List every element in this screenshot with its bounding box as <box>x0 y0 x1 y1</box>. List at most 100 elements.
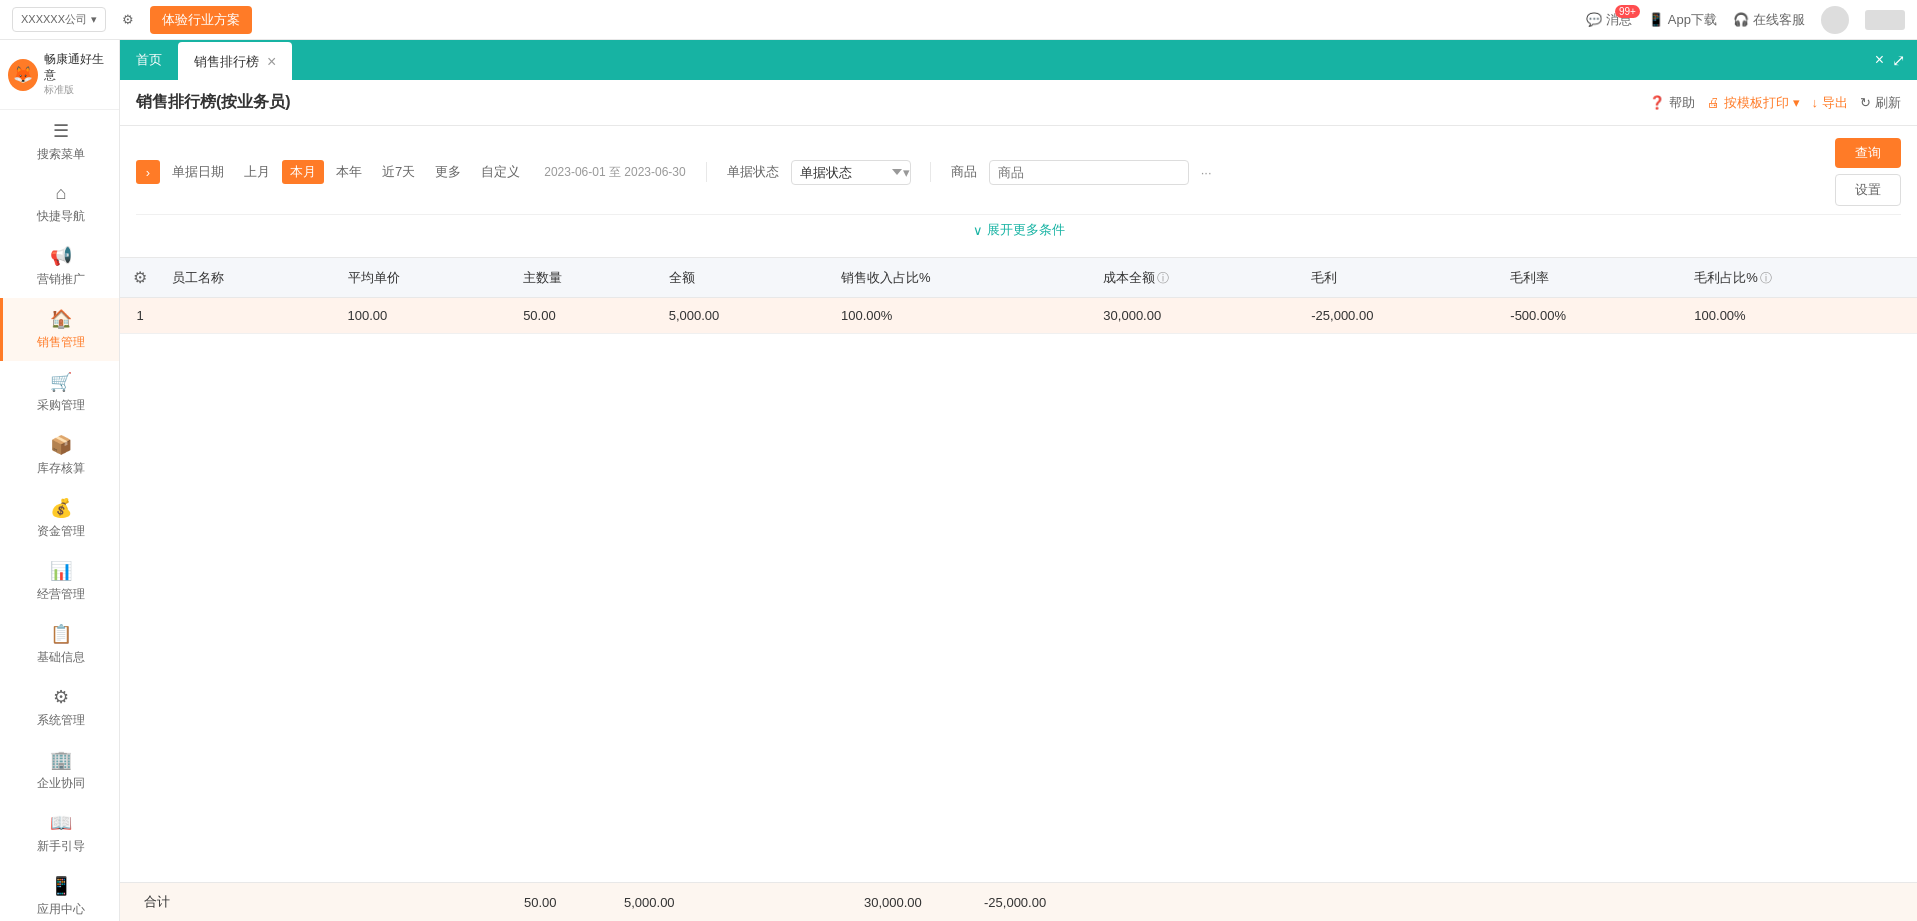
experience-button[interactable]: 体验行业方案 <box>150 6 252 34</box>
col-settings[interactable]: ⚙ <box>120 258 160 298</box>
system-icon: ⚙ <box>53 686 69 708</box>
col-cost: 成本全额ⓘ <box>1091 258 1299 298</box>
sales-icon: 🏠 <box>50 308 72 330</box>
tab-bar: 首页 销售排行榜 × × ⤢ <box>120 40 1917 80</box>
filter-row-main: › 单据日期 上月 本月 本年 近7天 更多 自定义 2023-06-01 至 … <box>136 138 1901 206</box>
data-table: ⚙ 员工名称 平均单价 主数量 全额 销售收入占比% 成本全额ⓘ 毛利 毛利率 <box>120 258 1917 334</box>
print-icon: 🖨 <box>1707 95 1720 110</box>
settings-icon[interactable]: ⚙ <box>114 6 142 34</box>
sidebar-item-purchase[interactable]: 🛒 采购管理 <box>0 361 119 424</box>
cost-help-icon[interactable]: ⓘ <box>1157 271 1169 285</box>
message-button[interactable]: 💬 消息 99+ <box>1586 11 1632 29</box>
app-download-button[interactable]: 📱 App下载 <box>1648 11 1717 29</box>
cell-sales-pct: 100.00% <box>829 298 1091 334</box>
date-tab-more[interactable]: 更多 <box>427 160 469 184</box>
table-header-row: ⚙ 员工名称 平均单价 主数量 全额 销售收入占比% 成本全额ⓘ 毛利 毛利率 <box>120 258 1917 298</box>
sidebar-label-marketing: 营销推广 <box>37 271 85 288</box>
col-sales-pct: 销售收入占比% <box>829 258 1091 298</box>
col-gross-rate: 毛利率 <box>1498 258 1682 298</box>
guide-icon: 📖 <box>50 812 72 834</box>
date-tab-7days[interactable]: 近7天 <box>374 160 423 184</box>
refresh-button[interactable]: ↻ 刷新 <box>1860 94 1901 112</box>
sidebar-item-search[interactable]: ☰ 搜索菜单 <box>0 110 119 173</box>
sidebar-item-operations[interactable]: 📊 经营管理 <box>0 550 119 613</box>
sidebar-item-basic[interactable]: 📋 基础信息 <box>0 613 119 676</box>
status-filter-label: 单据状态 <box>727 163 779 181</box>
tab-close-icon[interactable]: × <box>267 53 276 71</box>
filter-collapse-btn[interactable]: › <box>136 160 160 184</box>
column-settings-icon[interactable]: ⚙ <box>133 269 147 286</box>
export-icon: ↓ <box>1812 95 1819 110</box>
cell-name <box>160 298 336 334</box>
tab-maximize-icon[interactable]: ⤢ <box>1892 51 1905 70</box>
inventory-icon: 📦 <box>50 434 72 456</box>
operations-icon: 📊 <box>50 560 72 582</box>
online-service-button[interactable]: 🎧 在线客服 <box>1733 11 1805 29</box>
logo-tag: 标准版 <box>44 83 111 97</box>
date-filter: 上月 本月 本年 近7天 更多 自定义 <box>236 160 528 184</box>
appstore-icon: 📱 <box>50 875 72 897</box>
settings-button[interactable]: 设置 <box>1835 174 1901 206</box>
page-content: 销售排行榜(按业务员) ❓ 帮助 🖨 按模板打印 ▾ ↓ 导出 <box>120 80 1917 921</box>
app-label: App下载 <box>1668 11 1717 29</box>
finance-icon: 💰 <box>50 497 72 519</box>
goods-input[interactable] <box>989 160 1189 185</box>
sidebar-item-sales[interactable]: 🏠 销售管理 <box>0 298 119 361</box>
tab-sales-ranking[interactable]: 销售排行榜 × <box>178 42 292 82</box>
help-button[interactable]: ❓ 帮助 <box>1649 94 1695 112</box>
expand-more-button[interactable]: ∨ 展开更多条件 <box>973 221 1065 239</box>
sidebar-item-enterprise[interactable]: 🏢 企业协同 <box>0 739 119 802</box>
footer-amount-val: 5,000.00 <box>612 895 732 910</box>
gross-pct-help-icon[interactable]: ⓘ <box>1760 271 1772 285</box>
expand-more-label: 展开更多条件 <box>987 221 1065 239</box>
date-tab-last-month[interactable]: 上月 <box>236 160 278 184</box>
service-label: 在线客服 <box>1753 11 1805 29</box>
goods-filter-label: 商品 <box>951 163 977 181</box>
table-row: 1 100.00 50.00 5,000.00 100.00% 30,000.0… <box>120 298 1917 334</box>
sidebar-label-appstore: 应用中心 <box>37 901 85 918</box>
tab-home[interactable]: 首页 <box>120 40 178 80</box>
sidebar-item-quick-nav[interactable]: ⌂ 快捷导航 <box>0 173 119 235</box>
col-gross-pct: 毛利占比%ⓘ <box>1682 258 1917 298</box>
avatar[interactable] <box>1821 6 1849 34</box>
company-selector[interactable]: XXXXXX公司 ▾ <box>12 7 106 32</box>
table-head: ⚙ 员工名称 平均单价 主数量 全额 销售收入占比% 成本全额ⓘ 毛利 毛利率 <box>120 258 1917 298</box>
more-filter-icon[interactable]: ··· <box>1201 165 1212 180</box>
sidebar-label-inventory: 库存核算 <box>37 460 85 477</box>
sidebar-label-finance: 资金管理 <box>37 523 85 540</box>
sidebar-item-appstore[interactable]: 📱 应用中心 <box>0 865 119 921</box>
sidebar-item-guide[interactable]: 📖 新手引导 <box>0 802 119 865</box>
page-header: 销售排行榜(按业务员) ❓ 帮助 🖨 按模板打印 ▾ ↓ 导出 <box>120 80 1917 126</box>
filter-divider-2 <box>930 162 931 182</box>
status-select[interactable]: 单据状态 <box>791 160 911 185</box>
table-body: 1 100.00 50.00 5,000.00 100.00% 30,000.0… <box>120 298 1917 334</box>
footer-qty-val: 50.00 <box>512 895 612 910</box>
date-tab-this-year[interactable]: 本年 <box>328 160 370 184</box>
sidebar-label-enterprise: 企业协同 <box>37 775 85 792</box>
sidebar-item-marketing[interactable]: 📢 营销推广 <box>0 235 119 298</box>
refresh-icon: ↻ <box>1860 95 1871 110</box>
query-button[interactable]: 查询 <box>1835 138 1901 168</box>
page-title: 销售排行榜(按业务员) <box>136 92 291 113</box>
app-icon: 📱 <box>1648 12 1664 27</box>
sidebar-item-finance[interactable]: 💰 资金管理 <box>0 487 119 550</box>
export-button[interactable]: ↓ 导出 <box>1812 94 1849 112</box>
sidebar-item-system[interactable]: ⚙ 系统管理 <box>0 676 119 739</box>
expand-chevron-icon: ∨ <box>973 223 983 238</box>
sidebar-label-purchase: 采购管理 <box>37 397 85 414</box>
tab-right-actions: × ⤢ <box>1875 51 1917 70</box>
message-icon: 💬 <box>1586 12 1602 27</box>
header-actions: ❓ 帮助 🖨 按模板打印 ▾ ↓ 导出 ↻ 刷新 <box>1649 94 1902 112</box>
headset-icon: 🎧 <box>1733 12 1749 27</box>
logo-text: 畅康通好生意 <box>44 52 111 83</box>
date-tab-this-month[interactable]: 本月 <box>282 160 324 184</box>
help-label: 帮助 <box>1669 94 1695 112</box>
tab-minimize-icon[interactable]: × <box>1875 51 1884 69</box>
sidebar-item-inventory[interactable]: 📦 库存核算 <box>0 424 119 487</box>
print-chevron: ▾ <box>1793 95 1800 110</box>
footer-gross-val: -25,000.00 <box>972 895 1058 910</box>
date-tab-custom[interactable]: 自定义 <box>473 160 528 184</box>
print-button[interactable]: 🖨 按模板打印 ▾ <box>1707 94 1800 112</box>
sidebar-label-quick-nav: 快捷导航 <box>37 208 85 225</box>
cell-gross-rate: -500.00% <box>1498 298 1682 334</box>
